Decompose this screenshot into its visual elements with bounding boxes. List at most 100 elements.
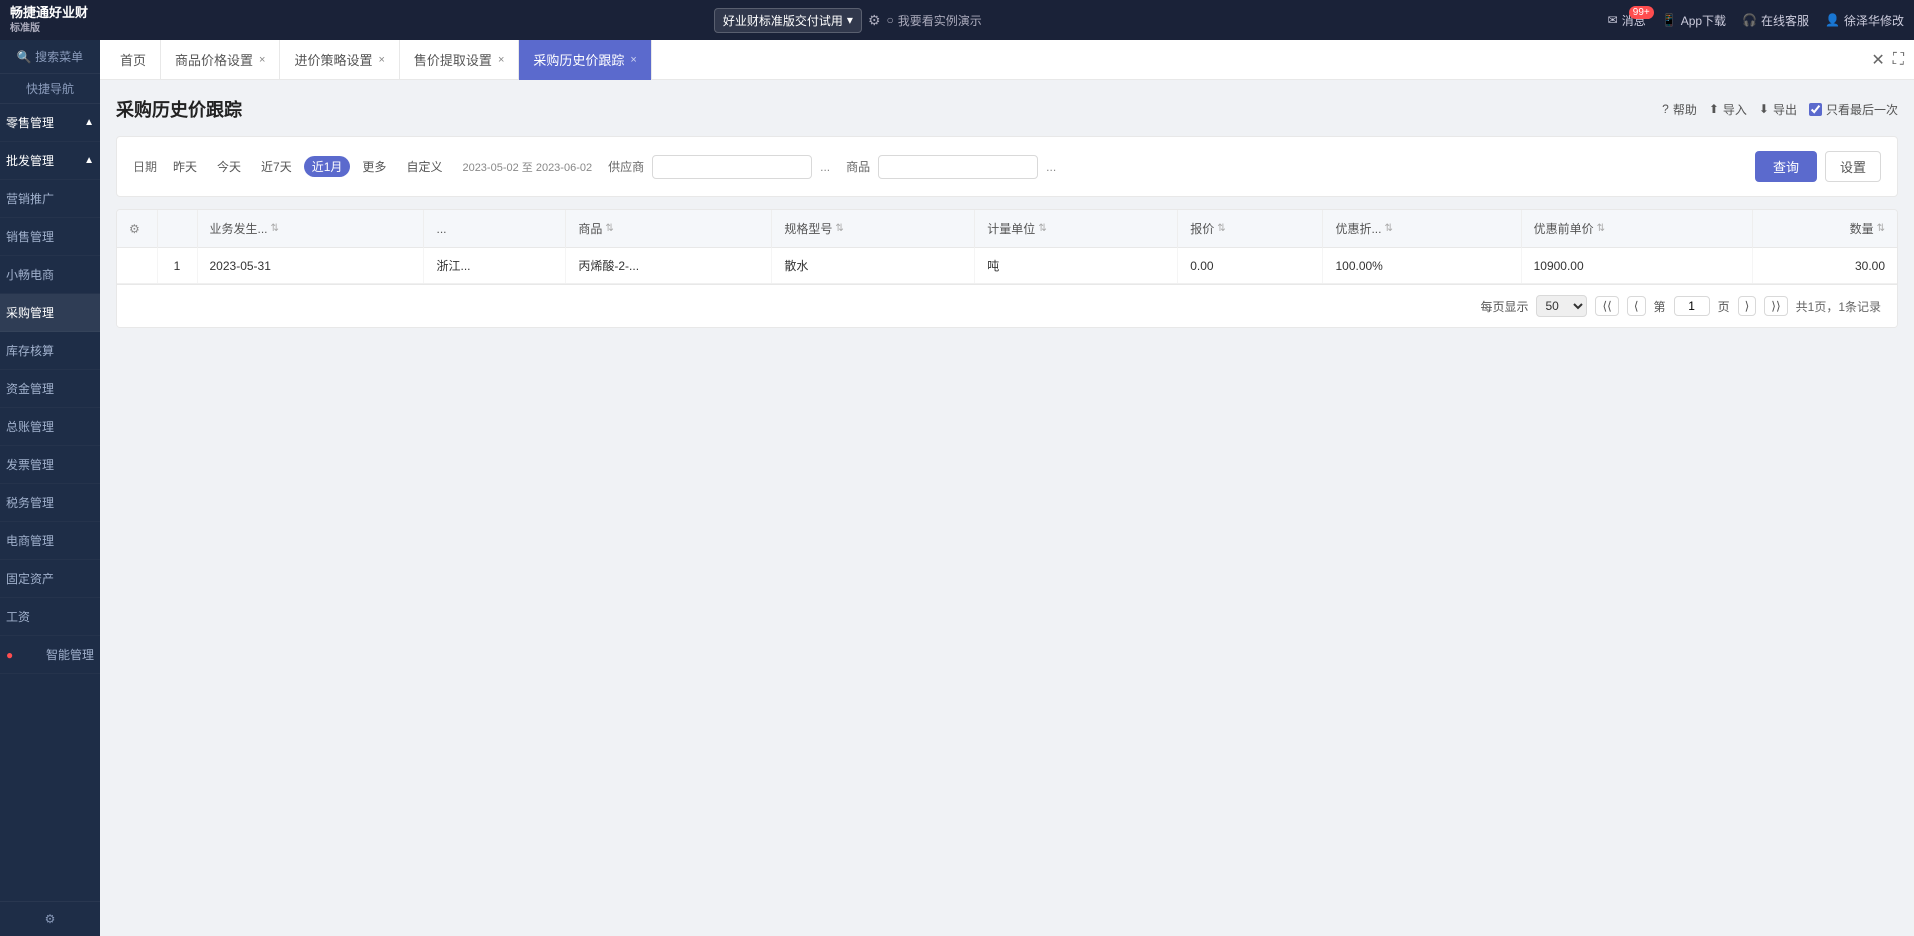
online-service-label: 在线客服: [1761, 12, 1809, 29]
tab-purchase-strategy[interactable]: 进价策略设置 ×: [280, 40, 399, 80]
th-pre-discount-price[interactable]: 优惠前单价 ⇅: [1521, 210, 1753, 248]
online-service-button[interactable]: 🎧 在线客服: [1742, 12, 1809, 29]
th-quote[interactable]: 报价 ⇅: [1178, 210, 1323, 248]
version-selector[interactable]: 好业财标准版交付试用 ▾: [714, 8, 862, 33]
tab-close-window-icon[interactable]: ✕: [1871, 50, 1884, 70]
chevron-down-icon: ▾: [847, 13, 853, 27]
th-qty-label: 数量: [1850, 220, 1874, 237]
smart-dot-icon: ●: [6, 648, 13, 662]
goods-label: 商品: [846, 158, 870, 175]
only-last-checkbox[interactable]: 只看最后一次: [1809, 101, 1898, 118]
sort-icon: ⇅: [835, 223, 843, 234]
tab-close-icon[interactable]: ×: [630, 54, 636, 66]
sidebar-item-label: 发票管理: [6, 456, 54, 473]
message-badge: 99+: [1629, 6, 1654, 19]
sort-icon: ⇅: [1217, 223, 1225, 234]
goods-input[interactable]: [878, 155, 1038, 179]
app-name: 畅捷通好业财: [10, 5, 88, 22]
sidebar-item-finance[interactable]: 资金管理: [0, 370, 100, 408]
th-qty[interactable]: 数量 ⇅: [1753, 210, 1897, 248]
column-settings-icon[interactable]: ⚙: [129, 222, 140, 236]
sidebar-item-ecommerce[interactable]: 电商管理: [0, 522, 100, 560]
import-label: 导入: [1723, 101, 1747, 118]
tab-close-icon[interactable]: ×: [498, 54, 504, 66]
quicknav-label: 快捷导航: [26, 82, 74, 96]
help-button[interactable]: ? 帮助: [1662, 101, 1697, 118]
demo-button[interactable]: ○ 我要看实例演示: [887, 12, 982, 29]
topbar-gear-icon[interactable]: ⚙: [868, 12, 881, 29]
page-header: 采购历史价跟踪 ? 帮助 ⬆ 导入 ⬇ 导出: [116, 96, 1898, 122]
page-unit: 页: [1718, 298, 1730, 315]
sidebar-item-label: 小畅电商: [6, 266, 54, 283]
date-btn-1month[interactable]: 近1月: [304, 156, 351, 177]
goods-dots[interactable]: ...: [1046, 160, 1056, 174]
sidebar-search[interactable]: 🔍 搜索菜单: [0, 40, 100, 74]
date-filter-label: 日期: [133, 158, 157, 175]
th-more[interactable]: ...: [424, 210, 566, 248]
sidebar-item-ecommerce-small[interactable]: 小畅电商: [0, 256, 100, 294]
sidebar-item-payroll[interactable]: 工资: [0, 598, 100, 636]
filter-settings-button[interactable]: 设置: [1825, 151, 1881, 182]
tab-goods-price-label: 商品价格设置: [175, 50, 253, 69]
export-button[interactable]: ⬇ 导出: [1759, 101, 1797, 118]
date-btns: 昨天 今天 近7天 近1月 更多 自定义: [165, 156, 450, 177]
tab-close-icon[interactable]: ×: [378, 54, 384, 66]
message-button[interactable]: ✉ 消息 99+: [1608, 12, 1646, 29]
date-btn-more[interactable]: 更多: [354, 156, 394, 177]
sidebar-item-retail[interactable]: 零售管理 ▲: [0, 104, 100, 142]
th-spec[interactable]: 规格型号 ⇅: [772, 210, 975, 248]
th-discount[interactable]: 优惠折... ⇅: [1323, 210, 1521, 248]
tab-sale-price[interactable]: 售价提取设置 ×: [400, 40, 519, 80]
page-input[interactable]: [1674, 296, 1710, 316]
th-goods[interactable]: 商品 ⇅: [566, 210, 772, 248]
only-last-input[interactable]: [1809, 103, 1822, 116]
date-btn-custom[interactable]: 自定义: [398, 156, 450, 177]
th-date[interactable]: 业务发生... ⇅: [197, 210, 424, 248]
sidebar-quicknav[interactable]: 快捷导航: [0, 74, 100, 104]
sidebar-item-label: 零售管理: [6, 114, 54, 131]
sidebar-item-inventory[interactable]: 库存核算: [0, 332, 100, 370]
sidebar-item-marketing[interactable]: 营销推广: [0, 180, 100, 218]
prev-page-button[interactable]: ⟨: [1627, 296, 1646, 316]
page-size-select[interactable]: 50 100 200: [1536, 295, 1587, 317]
tab-purchase-strategy-label: 进价策略设置: [294, 50, 372, 69]
tab-home[interactable]: 首页: [110, 40, 161, 80]
last-page-button[interactable]: ⟩⟩: [1764, 296, 1787, 316]
sidebar-item-label: 工资: [6, 608, 30, 625]
sidebar-item-smart[interactable]: ● 智能管理: [0, 636, 100, 674]
sidebar-item-fixed-assets[interactable]: 固定资产: [0, 560, 100, 598]
date-btn-yesterday[interactable]: 昨天: [165, 156, 205, 177]
tab-goods-price[interactable]: 商品价格设置 ×: [161, 40, 280, 80]
sort-icon: ⇅: [1038, 223, 1046, 234]
app-download-button[interactable]: 📱 App下载: [1662, 12, 1726, 29]
sidebar-item-invoice[interactable]: 发票管理: [0, 446, 100, 484]
sidebar-item-arrow: ▲: [84, 117, 94, 128]
first-page-button[interactable]: ⟨⟨: [1595, 296, 1618, 316]
query-button[interactable]: 查询: [1755, 151, 1817, 182]
sidebar-item-sales[interactable]: 销售管理: [0, 218, 100, 256]
help-icon: ?: [1662, 102, 1669, 116]
th-unit[interactable]: 计量单位 ⇅: [975, 210, 1178, 248]
import-button[interactable]: ⬆ 导入: [1709, 101, 1747, 118]
sidebar-item-wholesale[interactable]: 批发管理 ▲: [0, 142, 100, 180]
th-gear[interactable]: ⚙: [117, 210, 157, 248]
supplier-dots[interactable]: ...: [820, 160, 830, 174]
sidebar-item-tax[interactable]: 税务管理: [0, 484, 100, 522]
td-date: 2023-05-31: [197, 248, 424, 284]
tab-sale-price-label: 售价提取设置: [414, 50, 492, 69]
date-btn-7days[interactable]: 近7天: [253, 156, 300, 177]
sidebar-item-purchase[interactable]: 采购管理: [0, 294, 100, 332]
date-btn-today[interactable]: 今天: [209, 156, 249, 177]
tab-close-icon[interactable]: ×: [259, 54, 265, 66]
tab-maximize-icon[interactable]: ⛶: [1893, 51, 1904, 69]
sidebar-settings-button[interactable]: ⚙: [0, 901, 100, 936]
supplier-input[interactable]: [652, 155, 812, 179]
sidebar-item-ledger[interactable]: 总账管理: [0, 408, 100, 446]
th-spec-label: 规格型号: [784, 220, 832, 237]
topbar-left: 畅捷通好业财 标准版: [10, 5, 88, 35]
tab-purchase-history[interactable]: 采购历史价跟踪 ×: [519, 40, 651, 80]
sidebar-item-label: 电商管理: [6, 532, 54, 549]
next-page-button[interactable]: ⟩: [1738, 296, 1757, 316]
th-seq: [157, 210, 197, 248]
user-info[interactable]: 👤 徐泽华修改: [1825, 12, 1904, 29]
